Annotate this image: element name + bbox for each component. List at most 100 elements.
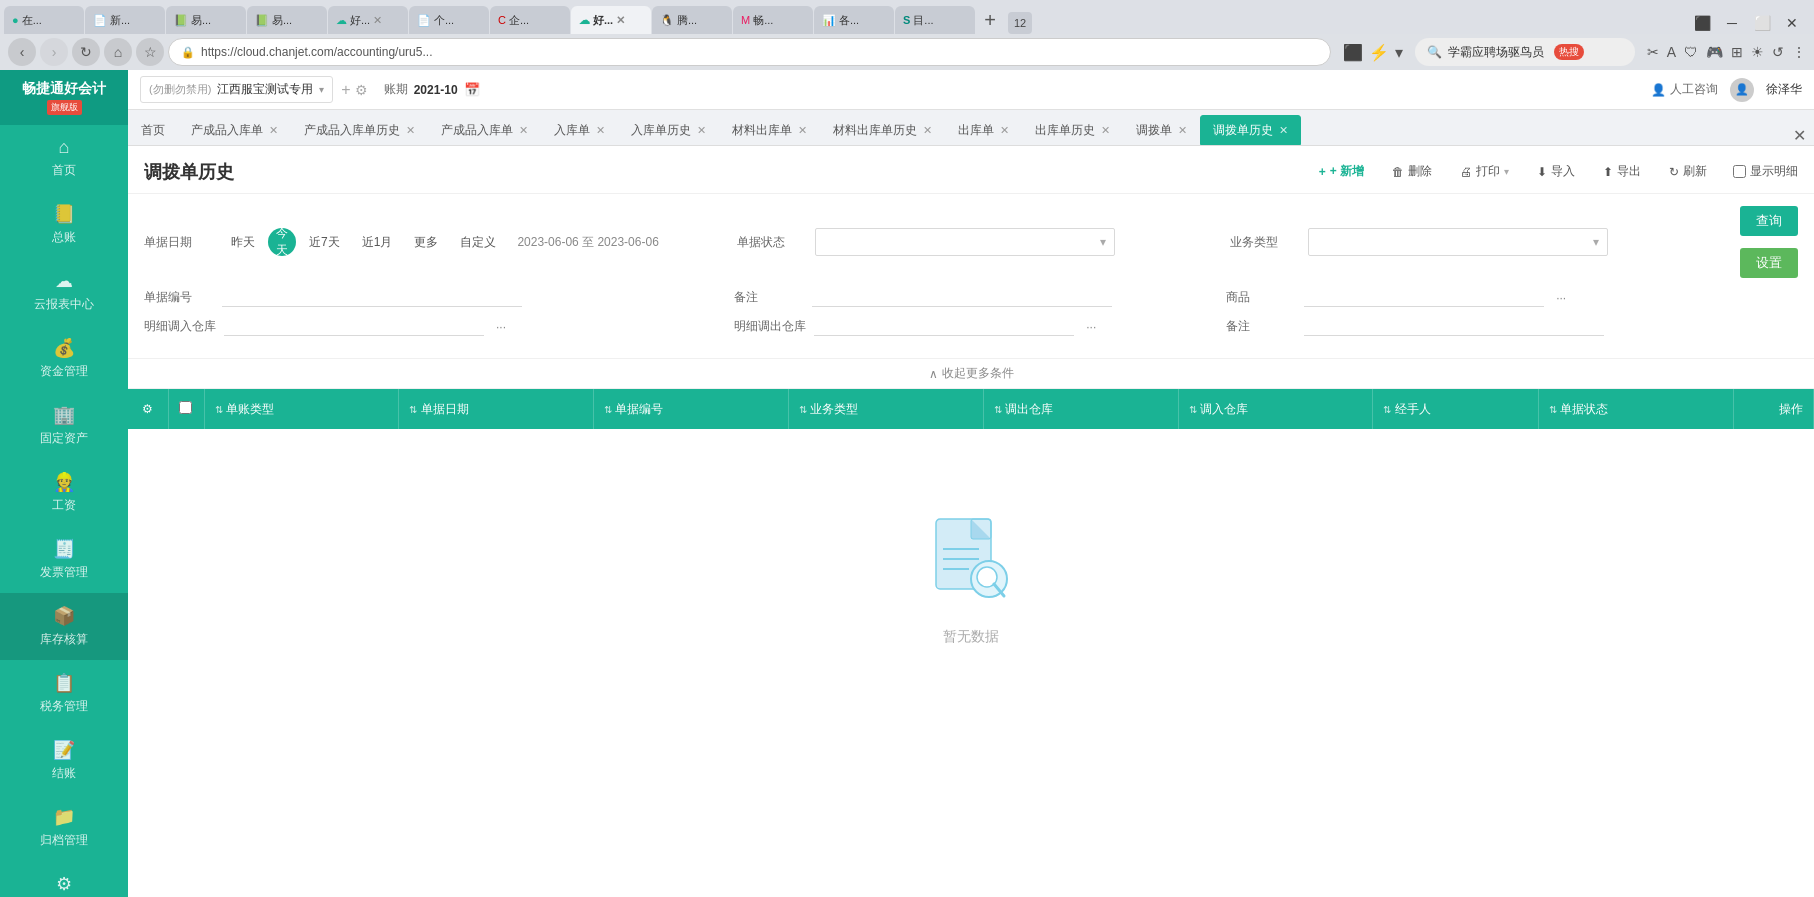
tab-close-icon[interactable]: ✕ (519, 124, 528, 137)
calendar-icon[interactable]: 📅 (464, 82, 480, 97)
table-settings-icon[interactable]: ⚙ (142, 402, 153, 416)
sidebar-item-archive[interactable]: 📁 归档管理 (0, 794, 128, 861)
goods-more-icon[interactable]: ··· (1556, 291, 1566, 305)
service-btn[interactable]: 👤 人工咨询 (1651, 81, 1718, 98)
th-out-warehouse[interactable]: ⇅ 调出仓库 (983, 389, 1178, 429)
query-btn[interactable]: 查询 (1740, 206, 1798, 236)
tab-close-icon[interactable]: ✕ (1101, 124, 1110, 137)
period-value[interactable]: 2021-10 (414, 83, 458, 97)
tab-close-icon[interactable]: ✕ (269, 124, 278, 137)
close-btn[interactable]: ✕ (1778, 12, 1806, 34)
sidebar-item-tax[interactable]: 📋 税务管理 (0, 660, 128, 727)
custom-btn[interactable]: 自定义 (451, 230, 505, 255)
logo[interactable]: 畅捷通好会计 旗舰版 (0, 70, 128, 125)
filter-settings-btn[interactable]: 设置 (1740, 248, 1798, 278)
today-btn[interactable]: 今天 (268, 228, 296, 256)
th-in-warehouse[interactable]: ⇅ 调入仓库 (1178, 389, 1373, 429)
add-company-btn[interactable]: + (341, 81, 350, 99)
sidebar-item-ledger[interactable]: 📒 总账 (0, 191, 128, 258)
th-doc-no[interactable]: ⇅ 单据编号 (594, 389, 789, 429)
menu-icon[interactable]: ⋮ (1792, 44, 1806, 60)
shield-icon[interactable]: 🛡 (1684, 44, 1698, 60)
th-settings[interactable]: ⚙ (128, 389, 168, 429)
1month-btn[interactable]: 近1月 (353, 230, 402, 255)
7days-btn[interactable]: 近7天 (300, 230, 349, 255)
tab-transfer-history[interactable]: 调拨单历史 ✕ (1200, 115, 1301, 145)
game-icon[interactable]: 🎮 (1706, 44, 1723, 60)
address-bar[interactable]: 🔒 https://cloud.chanjet.com/accounting/u… (168, 38, 1331, 66)
delete-btn[interactable]: 🗑 删除 (1382, 158, 1442, 185)
doc-no-input[interactable] (222, 288, 522, 307)
browser-tab[interactable]: M畅... (733, 6, 813, 34)
sidebar-item-home[interactable]: ⌂ 首页 (0, 125, 128, 191)
print-btn[interactable]: 🖨 打印 ▾ (1450, 158, 1519, 185)
undo-icon[interactable]: ↺ (1772, 44, 1784, 60)
tabs-close-all[interactable]: ✕ (1785, 126, 1814, 145)
biz-type-select[interactable]: ▾ (1308, 228, 1608, 256)
browser-tab[interactable]: 📊各... (814, 6, 894, 34)
extensions-icon[interactable]: ⬛ (1343, 43, 1363, 62)
cut-icon[interactable]: ✂ (1647, 44, 1659, 60)
detail-out-input[interactable] (814, 317, 1074, 336)
browser-tab[interactable]: S目... (895, 6, 975, 34)
detail-in-input[interactable] (224, 317, 484, 336)
tab-close-icon[interactable]: ✕ (798, 124, 807, 137)
tab-product-in2[interactable]: 产成品入库单 ✕ (428, 115, 541, 145)
sidebar-item-inventory[interactable]: 📦 库存核算 (0, 593, 128, 660)
select-all-checkbox[interactable] (179, 401, 192, 414)
browser-tab[interactable]: 📗易... (247, 6, 327, 34)
browser-tab[interactable]: ☁好... ✕ (571, 6, 651, 34)
tab-close-icon[interactable]: ✕ (596, 124, 605, 137)
detail-in-more-icon[interactable]: ··· (496, 320, 506, 334)
tab-product-in[interactable]: 产成品入库单 ✕ (178, 115, 291, 145)
tab-close-icon[interactable]: ✕ (406, 124, 415, 137)
browser-tab[interactable]: ☁好... ✕ (328, 6, 408, 34)
th-doc-type[interactable]: ⇅ 单账类型 (204, 389, 399, 429)
new-tab-btn[interactable]: + (976, 6, 1004, 34)
browser-tab[interactable]: ●在... (4, 6, 84, 34)
search-bar[interactable]: 🔍 学霸应聘场驱鸟员 热搜 (1415, 38, 1635, 66)
th-biz-type[interactable]: ⇅ 业务类型 (788, 389, 983, 429)
th-doc-status[interactable]: ⇅ 单据状态 (1539, 389, 1734, 429)
maximize-btn[interactable]: ⬜ (1748, 12, 1776, 34)
tab-in-history[interactable]: 入库单历史 ✕ (618, 115, 719, 145)
tab-close-icon[interactable]: ✕ (1000, 124, 1009, 137)
company-settings-btn[interactable]: ⚙ (355, 82, 368, 98)
import-btn[interactable]: ⬇ 导入 (1527, 158, 1585, 185)
lightning-icon[interactable]: ⚡ (1369, 43, 1389, 62)
tab-out-history[interactable]: 出库单历史 ✕ (1022, 115, 1123, 145)
browser-tab[interactable]: 📄个... (409, 6, 489, 34)
more-btn[interactable]: 更多 (405, 230, 447, 255)
browser-tab[interactable]: 🐧腾... (652, 6, 732, 34)
tab-close-icon[interactable]: ✕ (1178, 124, 1187, 137)
goods-input[interactable] (1304, 288, 1544, 307)
dropdown-btn[interactable]: ▾ (1395, 43, 1403, 62)
sidebar-item-close-account[interactable]: 📝 结账 (0, 727, 128, 794)
new-btn[interactable]: + + 新增 (1309, 158, 1374, 185)
username[interactable]: 徐泽华 (1766, 81, 1802, 98)
company-selector[interactable]: (勿删勿禁用) 江西服宝测试专用 ▾ (140, 76, 333, 103)
tab-out-order[interactable]: 出库单 ✕ (945, 115, 1022, 145)
tab-in-order[interactable]: 入库单 ✕ (541, 115, 618, 145)
refresh-btn[interactable]: ↻ 刷新 (1659, 158, 1717, 185)
yesterday-btn[interactable]: 昨天 (222, 230, 264, 255)
forward-btn[interactable]: › (40, 38, 68, 66)
th-handler[interactable]: ⇅ 经手人 (1373, 389, 1539, 429)
display-toggle[interactable]: 显示明细 (1733, 163, 1798, 180)
tab-close-icon[interactable]: ✕ (1279, 124, 1288, 137)
detail-out-more-icon[interactable]: ··· (1086, 320, 1096, 334)
export-btn[interactable]: ⬆ 导出 (1593, 158, 1651, 185)
sidebar-item-invoice[interactable]: 🧾 发票管理 (0, 526, 128, 593)
minimize-btn[interactable]: ─ (1718, 12, 1746, 34)
collapse-btn[interactable]: ∧ 收起更多条件 (929, 365, 1014, 382)
sidebar-item-fixed-assets[interactable]: 🏢 固定资产 (0, 392, 128, 459)
tab-material-out[interactable]: 材料出库单 ✕ (719, 115, 820, 145)
period-selector[interactable]: 账期 2021-10 📅 (384, 81, 480, 98)
sidebar-item-settings[interactable]: ⚙ 基础设置 (0, 861, 128, 897)
tab-home[interactable]: 首页 (128, 115, 178, 145)
translate-icon[interactable]: A (1667, 44, 1676, 60)
th-checkbox[interactable] (168, 389, 204, 429)
tab-material-out-history[interactable]: 材料出库单历史 ✕ (820, 115, 945, 145)
note-input[interactable] (1304, 317, 1604, 336)
home-btn[interactable]: ⌂ (104, 38, 132, 66)
